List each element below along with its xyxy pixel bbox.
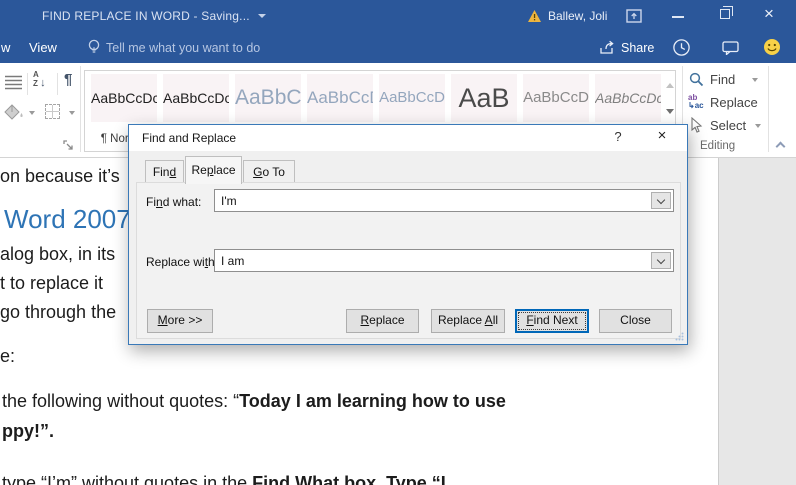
style-sample: AaBbCc	[235, 74, 301, 122]
chevron-down-icon	[656, 255, 666, 265]
doc-text-line: on because it’s	[0, 166, 120, 186]
shading-icon[interactable]	[3, 103, 24, 121]
find-what-label: Find what:	[146, 195, 202, 209]
doc-text-line-clipped: type “I’m” without quotes in the Find Wh…	[2, 473, 446, 485]
find-replace-dialog: Find and Replace ? × Find Replace Go To …	[128, 124, 688, 345]
style-sample: AaBbCcD	[523, 74, 589, 122]
style-sample: AaBbCcDc	[163, 74, 229, 122]
replace-with-dropdown-button[interactable]	[651, 252, 671, 269]
smiley-icon[interactable]	[763, 38, 781, 56]
close-button[interactable]: Close	[599, 309, 672, 333]
replace-with-value: I am	[221, 254, 245, 268]
find-caret-icon[interactable]	[752, 78, 758, 82]
replace-icon: ab ↳ac	[688, 93, 704, 110]
doc-text-line: alog box, in its	[0, 244, 116, 264]
minimize-icon[interactable]	[672, 16, 684, 18]
restore-icon[interactable]	[720, 6, 733, 19]
sort-icon[interactable]: AZ ↓	[33, 71, 46, 89]
borders-icon[interactable]	[45, 104, 60, 119]
pilcrow-icon[interactable]: ¶	[64, 71, 72, 88]
tab-review-partial[interactable]: w	[1, 40, 10, 55]
history-icon[interactable]	[672, 38, 691, 57]
page-gutter	[718, 158, 796, 485]
find-next-button[interactable]: Find Next	[515, 309, 589, 333]
ribbon-display-options-icon[interactable]	[626, 9, 642, 23]
lightbulb-icon	[87, 39, 101, 56]
replace-all-button[interactable]: Replace All	[431, 309, 505, 333]
divider	[27, 73, 28, 95]
style-sample: AaB	[451, 74, 517, 122]
signed-in-user[interactable]: Ballew, Joli	[548, 9, 607, 23]
doc-text-line: the following without quotes: “Today I a…	[2, 391, 506, 411]
chevron-down-icon	[656, 195, 666, 205]
doc-heading-line: Word 2007,	[4, 204, 138, 234]
find-what-dropdown-button[interactable]	[651, 192, 671, 209]
collapse-ribbon-icon[interactable]	[775, 141, 786, 152]
find-what-input[interactable]: I'm	[214, 189, 674, 212]
gallery-up-icon[interactable]	[663, 72, 676, 98]
style-sample: AaBbCcDc	[91, 74, 157, 122]
line-spacing-icon[interactable]	[4, 75, 23, 90]
dialog-close-icon[interactable]: ×	[647, 127, 677, 148]
tab-go-to[interactable]: Go To	[243, 160, 295, 183]
replace-with-label: Replace with:	[146, 255, 218, 269]
find-button[interactable]: Find	[710, 72, 735, 87]
doc-text-line: e:	[0, 346, 16, 366]
group-divider	[768, 66, 769, 152]
replace-with-input[interactable]: I am	[214, 249, 674, 272]
dialog-launcher-icon[interactable]	[63, 140, 74, 151]
doc-text-line: ppy!”.	[2, 421, 54, 441]
tab-view[interactable]: View	[29, 40, 57, 55]
dialog-title-bar[interactable]: Find and Replace ? ×	[129, 125, 687, 151]
select-cursor-icon	[690, 117, 703, 133]
share-button[interactable]: Share	[621, 41, 654, 55]
close-icon[interactable]: ×	[764, 4, 774, 24]
find-what-value: I'm	[221, 194, 237, 208]
tell-me-box[interactable]: Tell me what you want to do	[106, 41, 260, 55]
style-sample: AaBbCcD	[379, 74, 445, 122]
title-bar: FIND REPLACE IN WORD - Saving... Ballew,…	[0, 0, 796, 32]
gallery-down-icon[interactable]	[663, 98, 676, 124]
doc-text-line: t to replace it	[0, 273, 104, 293]
word-window: FIND REPLACE IN WORD - Saving... Ballew,…	[0, 0, 796, 485]
select-button[interactable]: Select	[710, 118, 746, 133]
tab-find[interactable]: Find	[145, 160, 184, 183]
replace-button[interactable]: Replace	[710, 95, 758, 110]
borders-caret-icon[interactable]	[69, 111, 75, 115]
help-button[interactable]: ?	[607, 129, 629, 147]
select-caret-icon[interactable]	[755, 124, 761, 128]
warning-icon[interactable]	[527, 9, 542, 23]
share-icon[interactable]	[599, 40, 616, 55]
tab-replace[interactable]: Replace	[185, 156, 242, 184]
doc-text-line: go through the	[0, 302, 117, 322]
more-button[interactable]: More >>	[147, 309, 213, 333]
comments-icon[interactable]	[722, 41, 739, 55]
style-sample: AaBbCcD	[307, 74, 373, 122]
divider	[57, 73, 58, 95]
style-sample: AaBbCcDc	[595, 74, 661, 122]
shading-caret-icon[interactable]	[29, 111, 35, 115]
resize-grip[interactable]	[675, 332, 684, 341]
dialog-title: Find and Replace	[142, 131, 237, 145]
search-icon	[689, 72, 704, 87]
autosave-caret-icon[interactable]	[257, 14, 266, 18]
editing-group-label: Editing	[700, 140, 736, 152]
replace-button[interactable]: Replace	[346, 309, 419, 333]
group-divider	[80, 66, 81, 152]
ribbon-tab-row: w View Tell me what you want to do Share	[0, 32, 796, 63]
document-title: FIND REPLACE IN WORD - Saving...	[42, 9, 266, 23]
